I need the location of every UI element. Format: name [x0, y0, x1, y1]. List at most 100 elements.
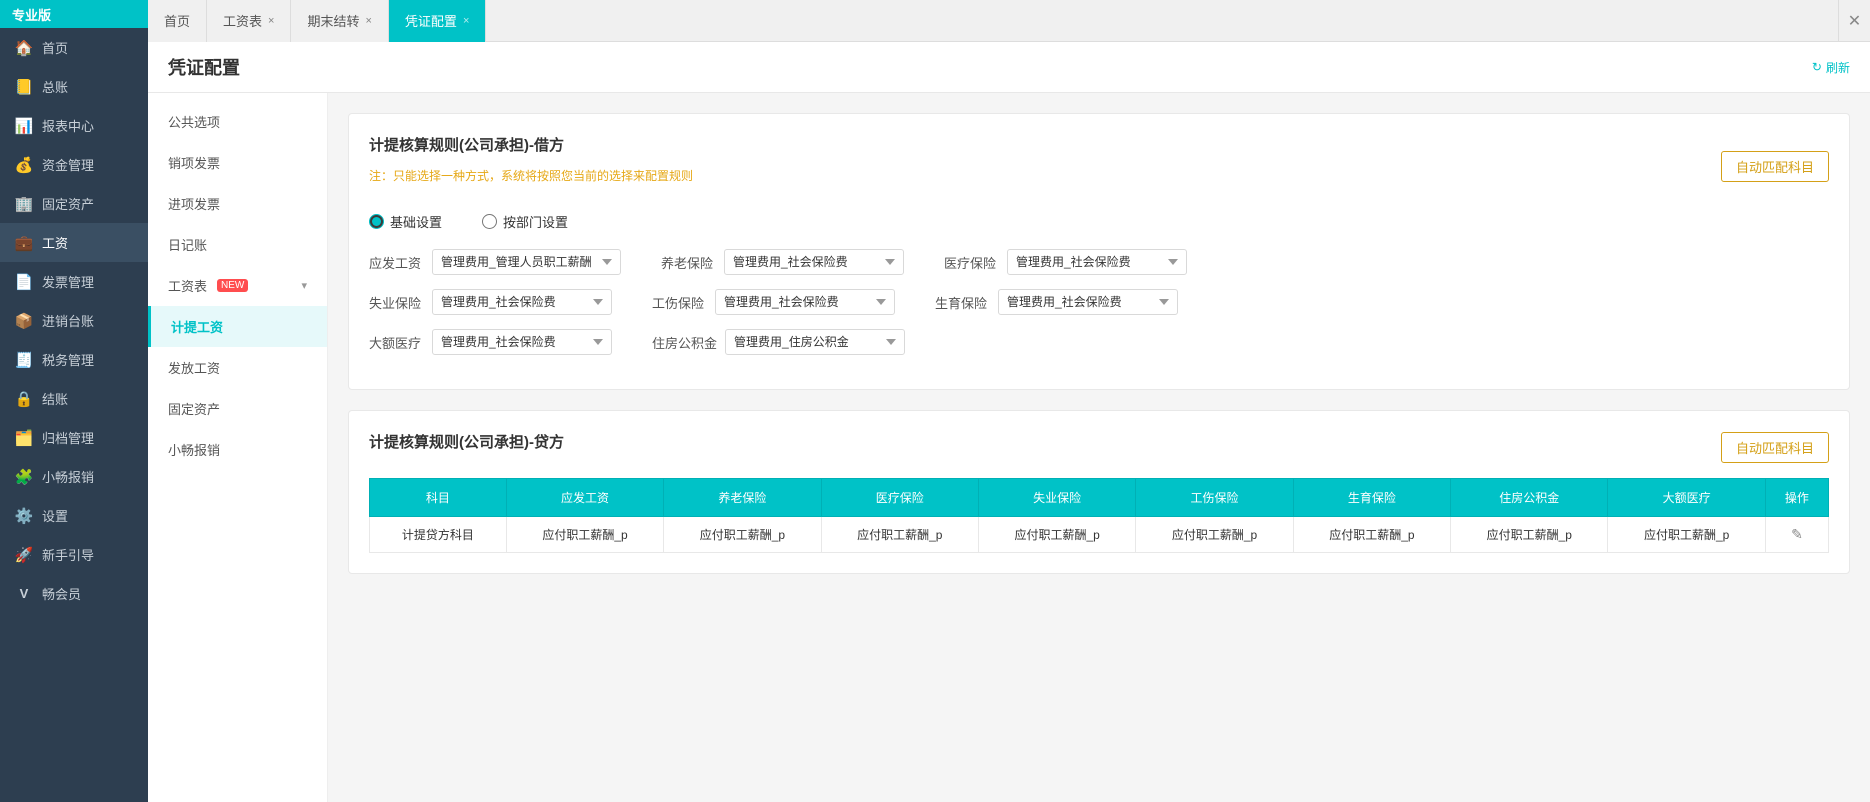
sidebar-item-member[interactable]: V 畅会员: [0, 574, 148, 613]
radio-dept-setting[interactable]: 按部门设置: [482, 212, 568, 231]
left-nav-journal[interactable]: 日记账: [148, 224, 327, 265]
cell-shengyu: 应付职工薪酬_p: [1293, 517, 1450, 553]
sidebar-item-settings[interactable]: ⚙️ 设置: [0, 496, 148, 535]
sidebar-item-funds[interactable]: 💰 资金管理: [0, 145, 148, 184]
tab-voucher-config[interactable]: 凭证配置 ×: [389, 0, 486, 42]
select-gongshang[interactable]: 管理费用_社会保险费: [715, 289, 895, 315]
credit-section: 计提核算规则(公司承担)-贷方 自动匹配科目 科目 应发工资 养老保险 医疗保险…: [348, 410, 1850, 574]
field-yiliao: 医疗保险 管理费用_社会保险费: [944, 249, 1187, 275]
left-nav-sales-invoices[interactable]: 销项发票: [148, 142, 327, 183]
sidebar-item-guide[interactable]: 🚀 新手引导: [0, 535, 148, 574]
close-voucher-config-tab[interactable]: ×: [463, 15, 469, 27]
sidebar-item-ledger[interactable]: 📒 总账: [0, 67, 148, 106]
sidebar-item-salary[interactable]: 💼 工资: [0, 223, 148, 262]
select-shiye[interactable]: 管理费用_社会保险费: [432, 289, 612, 315]
credit-section-header: 计提核算规则(公司承担)-贷方 自动匹配科目: [369, 431, 1829, 464]
col-header-shiye: 失业保险: [978, 479, 1135, 517]
close-salary-table-tab[interactable]: ×: [268, 15, 274, 27]
table-row: 计提贷方科目 应付职工薪酬_p 应付职工薪酬_p 应付职工薪酬_p 应付职工薪酬…: [370, 517, 1829, 553]
radio-dept-input[interactable]: [482, 214, 497, 229]
left-nav-xiaochang-expense[interactable]: 小畅报销: [148, 429, 327, 470]
closing-icon: 🔒: [14, 390, 34, 408]
label-gongshang: 工伤保险: [652, 293, 707, 312]
sidebar-item-reports[interactable]: 📊 报表中心: [0, 106, 148, 145]
col-header-yanglao: 养老保险: [664, 479, 821, 517]
guide-icon: 🚀: [14, 546, 34, 564]
debit-form-row-1: 应发工资 管理费用_管理人员职工薪酬 养老保险 管理费用_社会保险费 医疗保险: [369, 249, 1829, 275]
sidebar-item-home[interactable]: 🏠 首页: [0, 28, 148, 67]
sidebar: 专业版 🏠 首页 📒 总账 📊 报表中心 💰 资金管理 🏢 固定资产 💼 工资 …: [0, 0, 148, 802]
col-header-yingfagongzi: 应发工资: [506, 479, 663, 517]
app-edition: 专业版: [0, 0, 148, 28]
sidebar-item-invoices[interactable]: 📄 发票管理: [0, 262, 148, 301]
main-panel: 计提核算规则(公司承担)-借方 注：只能选择一种方式，系统将按照您当前的选择来配…: [328, 93, 1870, 802]
sidebar-item-closing[interactable]: 🔒 结账: [0, 379, 148, 418]
cell-action[interactable]: ✎: [1765, 517, 1828, 553]
left-nav-fixed-assets[interactable]: 固定资产: [148, 388, 327, 429]
refresh-button[interactable]: ↻ 刷新: [1812, 59, 1850, 76]
xiaochang-icon: 🧩: [14, 468, 34, 486]
cell-yanglao: 应付职工薪酬_p: [664, 517, 821, 553]
credit-auto-match-button[interactable]: 自动匹配科目: [1721, 432, 1829, 463]
sidebar-item-purchasesales[interactable]: 📦 进销台账: [0, 301, 148, 340]
cell-gongjijin: 应付职工薪酬_p: [1451, 517, 1608, 553]
col-header-daeliao: 大额医疗: [1608, 479, 1765, 517]
tab-home[interactable]: 首页: [148, 0, 207, 42]
select-gongjijin[interactable]: 管理费用_住房公积金: [725, 329, 905, 355]
left-nav-public-options[interactable]: 公共选项: [148, 101, 327, 142]
field-daeliao: 大额医疗 管理费用_社会保险费: [369, 329, 612, 355]
select-yanglao[interactable]: 管理费用_社会保险费: [724, 249, 904, 275]
label-gongjijin: 住房公积金: [652, 333, 717, 352]
edit-icon[interactable]: ✎: [1791, 526, 1803, 542]
tab-bar: 首页 工资表 × 期末结转 × 凭证配置 × ✕: [148, 0, 1870, 42]
select-daeliao[interactable]: 管理费用_社会保险费: [432, 329, 612, 355]
label-yanglao: 养老保险: [661, 253, 716, 272]
sidebar-item-xiaochang[interactable]: 🧩 小畅报销: [0, 457, 148, 496]
sidebar-item-assets[interactable]: 🏢 固定资产: [0, 184, 148, 223]
close-period-close-tab[interactable]: ×: [365, 15, 371, 27]
new-badge: NEW: [217, 279, 248, 292]
member-icon: V: [14, 586, 34, 601]
left-nav: 公共选项 销项发票 进项发票 日记账 工资表 NEW ▾ 计提工资 发放工资: [148, 93, 328, 802]
sidebar-item-tax[interactable]: 🧾 税务管理: [0, 340, 148, 379]
ledger-icon: 📒: [14, 78, 34, 96]
sidebar-item-archive[interactable]: 🗂️ 归档管理: [0, 418, 148, 457]
left-nav-salary-table[interactable]: 工资表 NEW ▾: [148, 265, 327, 306]
purchasesales-icon: 📦: [14, 312, 34, 330]
label-shengyu: 生育保险: [935, 293, 990, 312]
debit-section-title-group: 计提核算规则(公司承担)-借方 注：只能选择一种方式，系统将按照您当前的选择来配…: [369, 134, 693, 198]
label-shiye: 失业保险: [369, 293, 424, 312]
expand-icon: ▾: [301, 279, 307, 292]
col-header-gongshang: 工伤保险: [1136, 479, 1293, 517]
left-nav-calc-salary[interactable]: 计提工资: [148, 306, 327, 347]
debit-section-header: 计提核算规则(公司承担)-借方 注：只能选择一种方式，系统将按照您当前的选择来配…: [369, 134, 1829, 198]
page-header: 凭证配置 ↻ 刷新: [148, 42, 1870, 93]
radio-basic-setting[interactable]: 基础设置: [369, 212, 442, 231]
col-header-action: 操作: [1765, 479, 1828, 517]
archive-icon: 🗂️: [14, 429, 34, 447]
cell-gongshang: 应付职工薪酬_p: [1136, 517, 1293, 553]
debit-auto-match-button[interactable]: 自动匹配科目: [1721, 151, 1829, 182]
field-gongjijin: 住房公积金 管理费用_住房公积金: [652, 329, 905, 355]
debit-form-row-2: 失业保险 管理费用_社会保险费 工伤保险 管理费用_社会保险费 生育保险: [369, 289, 1829, 315]
refresh-icon: ↻: [1812, 60, 1822, 74]
radio-basic-input[interactable]: [369, 214, 384, 229]
tax-icon: 🧾: [14, 351, 34, 369]
select-yingfagongzi[interactable]: 管理费用_管理人员职工薪酬: [432, 249, 621, 275]
select-yiliao[interactable]: 管理费用_社会保险费: [1007, 249, 1187, 275]
label-yingfagongzi: 应发工资: [369, 253, 424, 272]
tab-salary-table[interactable]: 工资表 ×: [207, 0, 291, 42]
cell-shiye: 应付职工薪酬_p: [978, 517, 1135, 553]
col-header-yiliao: 医疗保险: [821, 479, 978, 517]
select-shengyu[interactable]: 管理费用_社会保险费: [998, 289, 1178, 315]
cell-subject: 计提贷方科目: [370, 517, 507, 553]
left-nav-purchase-invoices[interactable]: 进项发票: [148, 183, 327, 224]
window-close-button[interactable]: ✕: [1838, 0, 1870, 42]
field-yingfagongzi: 应发工资 管理费用_管理人员职工薪酬: [369, 249, 621, 275]
content-area: 公共选项 销项发票 进项发票 日记账 工资表 NEW ▾ 计提工资 发放工资: [148, 93, 1870, 802]
debit-section: 计提核算规则(公司承担)-借方 注：只能选择一种方式，系统将按照您当前的选择来配…: [348, 113, 1850, 390]
debit-radio-group: 基础设置 按部门设置: [369, 212, 1829, 231]
tab-period-close[interactable]: 期末结转 ×: [291, 0, 388, 42]
left-nav-pay-salary[interactable]: 发放工资: [148, 347, 327, 388]
page-title: 凭证配置: [168, 54, 240, 80]
